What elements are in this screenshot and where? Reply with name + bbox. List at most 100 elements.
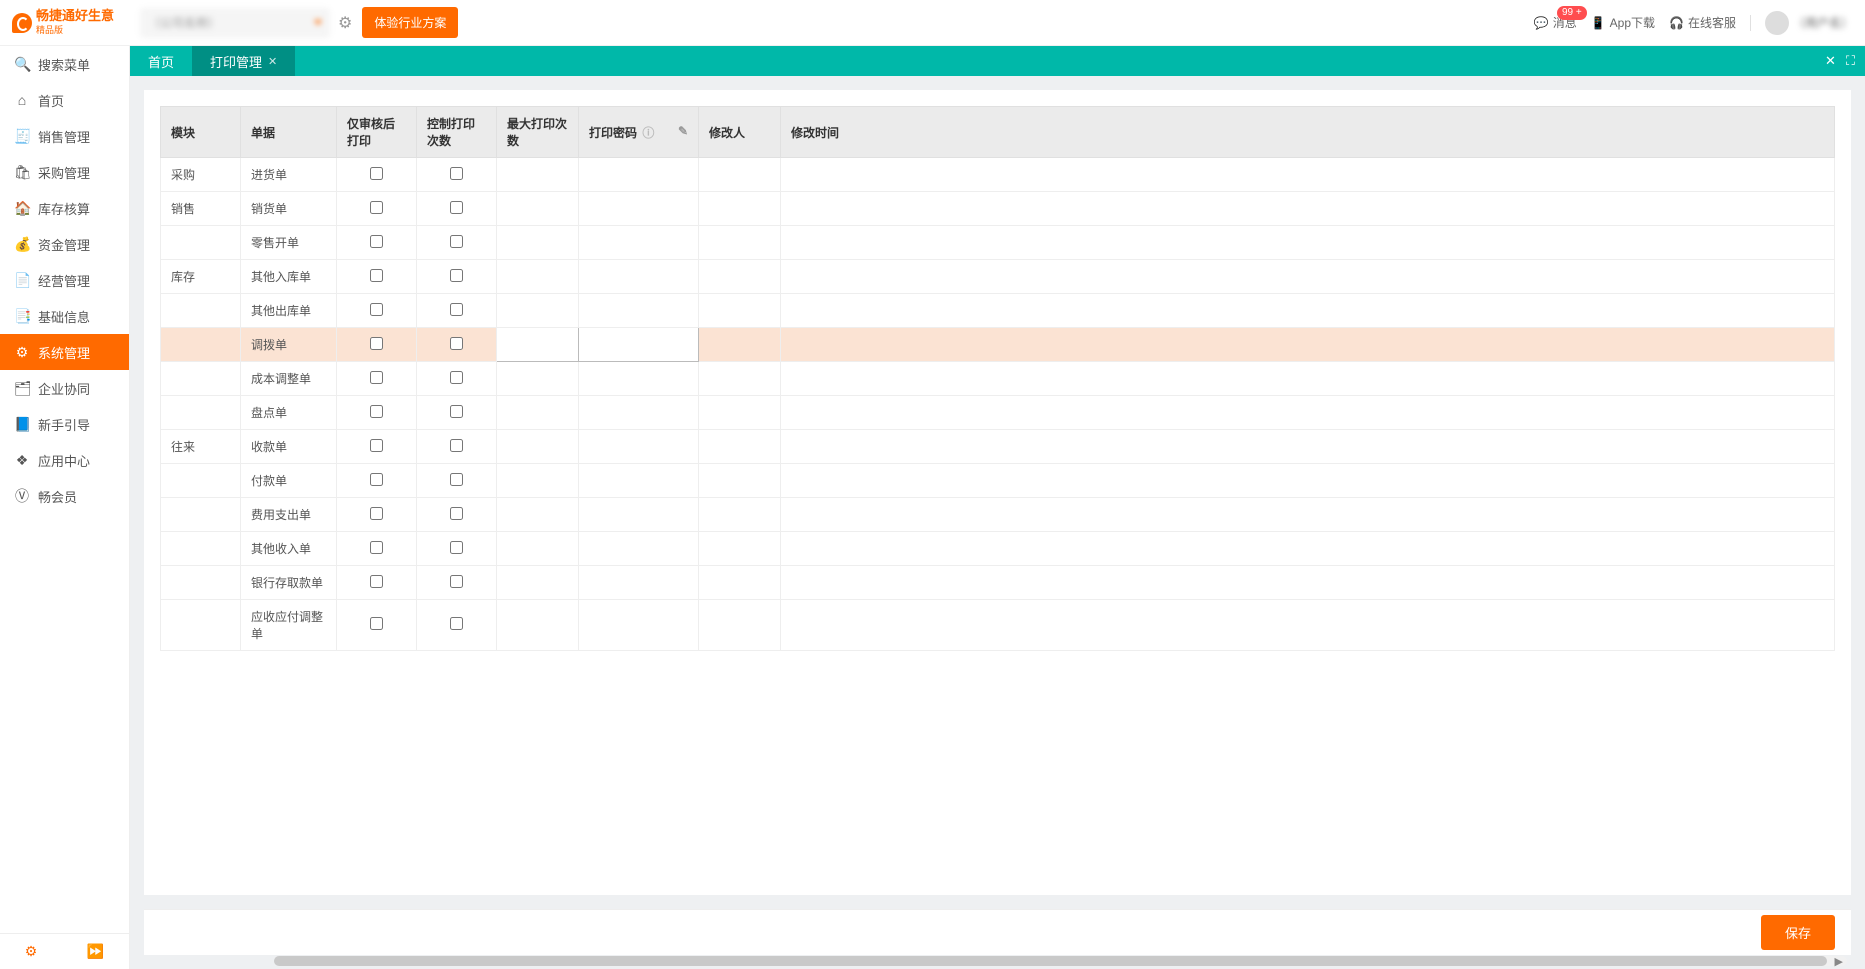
help-icon[interactable]: ⓘ bbox=[642, 126, 654, 140]
topbar: 畅捷通好生意 精品版 （公司名称） ⚙ 体验行业方案 💬 消息 99 + 📱 A… bbox=[0, 0, 1865, 46]
limit-count-checkbox[interactable] bbox=[450, 337, 463, 350]
sidebar-item-label: 库存核算 bbox=[38, 199, 90, 218]
settings-icon[interactable]: ⚙ bbox=[25, 943, 38, 960]
audit-only-checkbox[interactable] bbox=[370, 405, 383, 418]
sidebar-item-2[interactable]: 🧾销售管理 bbox=[0, 118, 129, 154]
cell-password bbox=[579, 464, 699, 498]
audit-only-checkbox[interactable] bbox=[370, 617, 383, 630]
edit-column-icon[interactable]: ✎ bbox=[678, 124, 688, 138]
tab-strip: 首页打印管理✕ ✕ ⛶ bbox=[130, 46, 1865, 76]
limit-count-checkbox[interactable] bbox=[450, 167, 463, 180]
cell-password[interactable] bbox=[579, 328, 699, 362]
gear-icon[interactable]: ⚙ bbox=[338, 13, 352, 33]
table-row: 往来收款单 bbox=[161, 430, 1835, 464]
sidebar-item-11[interactable]: ❖应用中心 bbox=[0, 442, 129, 478]
max-count-input[interactable] bbox=[497, 328, 578, 361]
close-all-tabs-icon[interactable]: ✕ bbox=[1825, 53, 1836, 69]
limit-count-checkbox[interactable] bbox=[450, 541, 463, 554]
company-select[interactable]: （公司名称） bbox=[140, 8, 330, 38]
audit-only-checkbox[interactable] bbox=[370, 473, 383, 486]
cell-limit-count bbox=[417, 498, 497, 532]
cell-max-count bbox=[497, 396, 579, 430]
fullscreen-icon[interactable]: ⛶ bbox=[1846, 53, 1855, 69]
limit-count-checkbox[interactable] bbox=[450, 269, 463, 282]
tab-0[interactable]: 首页 bbox=[130, 46, 192, 76]
limit-count-checkbox[interactable] bbox=[450, 575, 463, 588]
table-row: 银行存取款单 bbox=[161, 566, 1835, 600]
horizontal-scrollbar[interactable]: ▶ bbox=[274, 956, 1847, 966]
cell-module bbox=[161, 532, 241, 566]
chevron-down-icon bbox=[314, 20, 322, 25]
sidebar-item-9[interactable]: 🗂企业协同 bbox=[0, 370, 129, 406]
audit-only-checkbox[interactable] bbox=[370, 201, 383, 214]
password-input[interactable] bbox=[579, 328, 698, 361]
sidebar-item-3[interactable]: 🛍采购管理 bbox=[0, 154, 129, 190]
cell-password bbox=[579, 600, 699, 651]
limit-count-checkbox[interactable] bbox=[450, 201, 463, 214]
scrollbar-thumb[interactable] bbox=[274, 956, 1827, 966]
table-row: 采购进货单 bbox=[161, 158, 1835, 192]
audit-only-checkbox[interactable] bbox=[370, 507, 383, 520]
cell-modify-time bbox=[781, 430, 1835, 464]
audit-only-checkbox[interactable] bbox=[370, 303, 383, 316]
cell-modify-time bbox=[781, 498, 1835, 532]
audit-only-checkbox[interactable] bbox=[370, 269, 383, 282]
scroll-right-icon[interactable]: ▶ bbox=[1835, 955, 1843, 968]
cell-modifier bbox=[699, 430, 781, 464]
tab-strip-actions: ✕ ⛶ bbox=[1825, 46, 1865, 76]
tab-1[interactable]: 打印管理✕ bbox=[192, 46, 295, 76]
cell-module bbox=[161, 328, 241, 362]
cell-module bbox=[161, 498, 241, 532]
audit-only-checkbox[interactable] bbox=[370, 167, 383, 180]
sidebar-item-1[interactable]: ⌂首页 bbox=[0, 82, 129, 118]
sidebar-item-8[interactable]: ⚙系统管理 bbox=[0, 334, 129, 370]
limit-count-checkbox[interactable] bbox=[450, 235, 463, 248]
limit-count-checkbox[interactable] bbox=[450, 371, 463, 384]
audit-only-checkbox[interactable] bbox=[370, 337, 383, 350]
cell-modify-time bbox=[781, 294, 1835, 328]
limit-count-checkbox[interactable] bbox=[450, 507, 463, 520]
sidebar-item-0[interactable]: 🔍搜索菜单 bbox=[0, 46, 129, 82]
industry-plan-button[interactable]: 体验行业方案 bbox=[362, 7, 458, 38]
cell-doc: 盘点单 bbox=[241, 396, 337, 430]
tab-close-icon[interactable]: ✕ bbox=[268, 55, 277, 68]
cell-password bbox=[579, 294, 699, 328]
limit-count-checkbox[interactable] bbox=[450, 473, 463, 486]
table-row: 调拨单 bbox=[161, 328, 1835, 362]
user-menu[interactable]: （用户名） bbox=[1765, 11, 1853, 35]
sidebar-item-6[interactable]: 📄经营管理 bbox=[0, 262, 129, 298]
collapse-icon[interactable]: ⏩ bbox=[87, 943, 104, 960]
cell-max-count bbox=[497, 464, 579, 498]
cell-max-count bbox=[497, 226, 579, 260]
sidebar-item-12[interactable]: Ⓥ畅会员 bbox=[0, 478, 129, 514]
audit-only-checkbox[interactable] bbox=[370, 439, 383, 452]
cell-modify-time bbox=[781, 158, 1835, 192]
limit-count-checkbox[interactable] bbox=[450, 617, 463, 630]
sidebar-item-10[interactable]: 📘新手引导 bbox=[0, 406, 129, 442]
online-service-button[interactable]: 🎧 在线客服 bbox=[1669, 14, 1736, 31]
limit-count-checkbox[interactable] bbox=[450, 303, 463, 316]
limit-count-checkbox[interactable] bbox=[450, 405, 463, 418]
limit-count-checkbox[interactable] bbox=[450, 439, 463, 452]
sidebar-item-5[interactable]: 💰资金管理 bbox=[0, 226, 129, 262]
sidebar-item-7[interactable]: 📑基础信息 bbox=[0, 298, 129, 334]
brand-logo[interactable]: 畅捷通好生意 精品版 bbox=[12, 9, 130, 36]
sidebar-item-4[interactable]: 🏠库存核算 bbox=[0, 190, 129, 226]
audit-only-checkbox[interactable] bbox=[370, 575, 383, 588]
save-button[interactable]: 保存 bbox=[1761, 915, 1835, 950]
action-bar: 保存 bbox=[144, 909, 1851, 955]
cell-doc: 调拨单 bbox=[241, 328, 337, 362]
cell-audit-only bbox=[337, 362, 417, 396]
cell-modifier bbox=[699, 158, 781, 192]
cell-modifier bbox=[699, 464, 781, 498]
table-row: 成本调整单 bbox=[161, 362, 1835, 396]
audit-only-checkbox[interactable] bbox=[370, 235, 383, 248]
messages-button[interactable]: 💬 消息 99 + bbox=[1534, 14, 1577, 31]
sidebar: 🔍搜索菜单⌂首页🧾销售管理🛍采购管理🏠库存核算💰资金管理📄经营管理📑基础信息⚙系… bbox=[0, 46, 130, 969]
cell-limit-count bbox=[417, 532, 497, 566]
app-download-button[interactable]: 📱 App下载 bbox=[1591, 14, 1655, 31]
audit-only-checkbox[interactable] bbox=[370, 371, 383, 384]
cell-doc: 成本调整单 bbox=[241, 362, 337, 396]
cell-max-count[interactable] bbox=[497, 328, 579, 362]
audit-only-checkbox[interactable] bbox=[370, 541, 383, 554]
